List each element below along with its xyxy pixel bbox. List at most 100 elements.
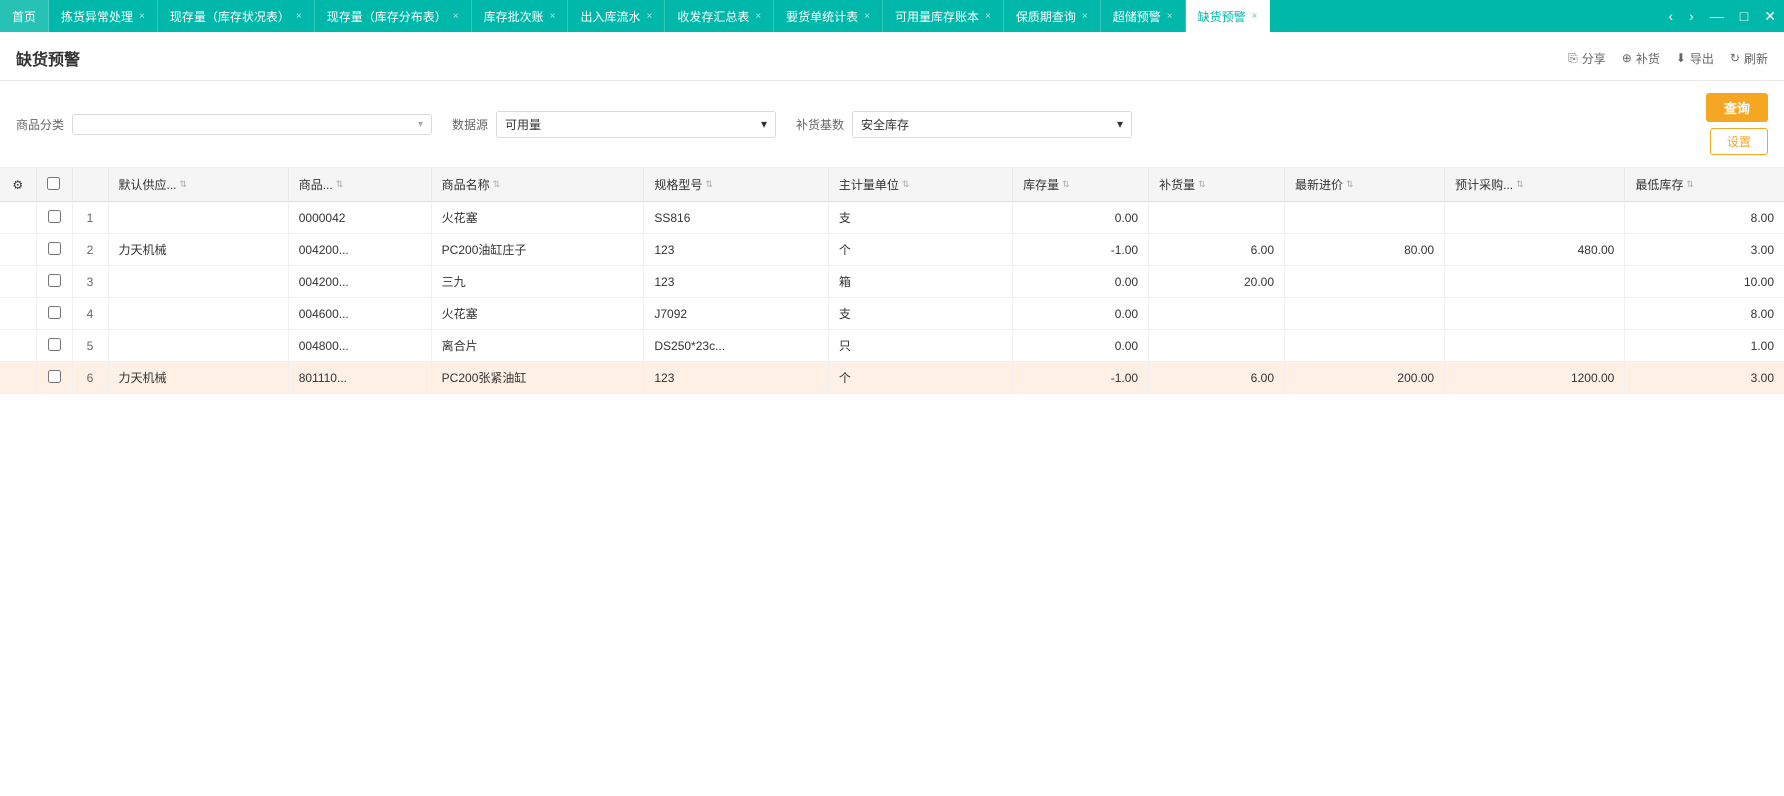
th-product-code[interactable]: 商品... ⇅	[288, 168, 431, 202]
select-all-checkbox[interactable]	[47, 177, 60, 190]
th-replenish-qty[interactable]: 补货量 ⇅	[1149, 168, 1285, 202]
th-est-purchase-label: 预计采购...	[1455, 176, 1513, 193]
row-replenish-qty-cell: 6.00	[1149, 362, 1285, 394]
row-num-cell: 6	[72, 362, 108, 394]
row-product-code-cell: 004200...	[288, 234, 431, 266]
tab-item-available-ledger[interactable]: 可用量库存账本×	[883, 0, 1004, 32]
sort-spec-icon: ⇅	[705, 179, 713, 190]
th-spec-model[interactable]: 规格型号 ⇅	[644, 168, 829, 202]
th-replenish-qty-label: 补货量	[1159, 176, 1195, 193]
export-label: 导出	[1690, 50, 1714, 67]
row-checkbox-cell[interactable]	[36, 330, 72, 362]
row-min-stock-cell: 10.00	[1625, 266, 1784, 298]
th-default-supplier[interactable]: 默认供应... ⇅	[108, 168, 288, 202]
tab-item-home[interactable]: 首页	[0, 0, 49, 32]
refresh-label: 刷新	[1744, 50, 1768, 67]
query-button[interactable]: 查询	[1706, 93, 1768, 122]
row-product-name-cell: 三九	[431, 266, 644, 298]
row-checkbox-cell[interactable]	[36, 234, 72, 266]
th-gear[interactable]: ⚙	[0, 168, 36, 202]
datasource-select[interactable]: 可用量 ▾	[496, 111, 776, 138]
tab-close-exception[interactable]: ×	[139, 11, 145, 22]
th-latest-price[interactable]: 最新进价 ⇅	[1285, 168, 1445, 202]
tab-maximize-button[interactable]: □	[1732, 0, 1756, 32]
row-supplier-cell	[108, 298, 288, 330]
row-supplier-cell	[108, 330, 288, 362]
category-select[interactable]: ▾	[72, 114, 432, 135]
export-action[interactable]: ⬇ 导出	[1676, 50, 1714, 67]
row-checkbox-5[interactable]	[48, 370, 61, 383]
row-gear-cell	[0, 202, 36, 234]
main-content: 缺货预警 ⎘ 分享 ⊕ 补货 ⬇ 导出 ↻ 刷新 商品分类	[0, 32, 1784, 796]
tab-prev-button[interactable]: ‹	[1660, 0, 1681, 32]
replenish-basis-select[interactable]: 安全库存 ▾	[852, 111, 1132, 138]
tab-close-inventory-status[interactable]: ×	[296, 11, 302, 22]
row-checkbox-0[interactable]	[48, 210, 61, 223]
th-unit-label: 主计量单位	[839, 176, 899, 193]
tab-close-window-button[interactable]: ✕	[1756, 0, 1784, 32]
row-checkbox-3[interactable]	[48, 306, 61, 319]
tab-close-demand-stats[interactable]: ×	[864, 11, 870, 22]
th-est-purchase[interactable]: 预计采购... ⇅	[1445, 168, 1625, 202]
row-checkbox-cell[interactable]	[36, 298, 72, 330]
th-stock-qty-label: 库存量	[1023, 176, 1059, 193]
tab-item-demand-stats[interactable]: 要货单统计表×	[774, 0, 883, 32]
filter-actions: 查询 设置	[1706, 93, 1768, 155]
row-product-name-cell: PC200张紧油缸	[431, 362, 644, 394]
row-unit-cell: 只	[828, 330, 1012, 362]
tab-close-available-ledger[interactable]: ×	[985, 11, 991, 22]
table-row: 1 0000042 火花塞 SS816 支 0.00 8.00	[0, 202, 1784, 234]
th-checkbox[interactable]	[36, 168, 72, 202]
tab-item-shortage[interactable]: 缺货预警×	[1186, 0, 1271, 32]
row-checkbox-cell[interactable]	[36, 202, 72, 234]
row-checkbox-cell[interactable]	[36, 362, 72, 394]
table-row: 4 004600... 火花塞 J7092 支 0.00 8.00	[0, 298, 1784, 330]
tab-item-inventory-status[interactable]: 现存量（库存状况表）×	[158, 0, 315, 32]
row-checkbox-4[interactable]	[48, 338, 61, 351]
row-latest-price-cell	[1285, 330, 1445, 362]
row-spec-model-cell: SS816	[644, 202, 829, 234]
tab-item-batch-account[interactable]: 库存批次账×	[472, 0, 569, 32]
tab-close-overstock[interactable]: ×	[1167, 11, 1173, 22]
refresh-action[interactable]: ↻ 刷新	[1730, 50, 1768, 67]
tab-close-expiry-query[interactable]: ×	[1082, 11, 1088, 22]
row-replenish-qty-cell: 6.00	[1149, 234, 1285, 266]
tab-next-button[interactable]: ›	[1681, 0, 1702, 32]
th-min-stock[interactable]: 最低库存 ⇅	[1625, 168, 1784, 202]
tab-item-overstock[interactable]: 超储预警×	[1101, 0, 1186, 32]
row-checkbox-cell[interactable]	[36, 266, 72, 298]
tab-item-inout-flow[interactable]: 出入库流水×	[568, 0, 665, 32]
row-unit-cell: 支	[828, 202, 1012, 234]
tab-item-expiry-query[interactable]: 保质期查询×	[1004, 0, 1101, 32]
th-product-name[interactable]: 商品名称 ⇅	[431, 168, 644, 202]
th-unit[interactable]: 主计量单位 ⇅	[828, 168, 1012, 202]
row-stock-qty-cell: -1.00	[1013, 362, 1149, 394]
row-est-purchase-cell	[1445, 298, 1625, 330]
tab-close-collect-summary[interactable]: ×	[755, 11, 761, 22]
tab-item-exception[interactable]: 拣货异常处理×	[49, 0, 158, 32]
tab-close-inventory-dist[interactable]: ×	[453, 11, 459, 22]
row-supplier-cell	[108, 266, 288, 298]
tab-close-batch-account[interactable]: ×	[550, 11, 556, 22]
replenish-action[interactable]: ⊕ 补货	[1622, 50, 1660, 67]
category-filter-group: 商品分类 ▾	[16, 114, 432, 135]
tab-item-collect-summary[interactable]: 收发存汇总表×	[665, 0, 774, 32]
tab-close-inout-flow[interactable]: ×	[646, 11, 652, 22]
row-stock-qty-cell: 0.00	[1013, 330, 1149, 362]
row-checkbox-1[interactable]	[48, 242, 61, 255]
row-checkbox-2[interactable]	[48, 274, 61, 287]
table-header-row: ⚙ 默认供应... ⇅ 商品..	[0, 168, 1784, 202]
row-latest-price-cell	[1285, 298, 1445, 330]
tab-item-inventory-dist[interactable]: 现存量（库存分布表）×	[315, 0, 472, 32]
refresh-icon: ↻	[1730, 51, 1740, 65]
row-supplier-cell: 力天机械	[108, 234, 288, 266]
row-num-cell: 4	[72, 298, 108, 330]
tab-minimize-button[interactable]: —	[1702, 0, 1732, 32]
settings-button[interactable]: 设置	[1710, 128, 1768, 155]
th-stock-qty[interactable]: 库存量 ⇅	[1013, 168, 1149, 202]
row-supplier-cell	[108, 202, 288, 234]
tab-close-shortage[interactable]: ×	[1252, 11, 1258, 22]
th-spec-model-label: 规格型号	[654, 176, 702, 193]
share-action[interactable]: ⎘ 分享	[1568, 50, 1606, 67]
row-spec-model-cell: 123	[644, 266, 829, 298]
